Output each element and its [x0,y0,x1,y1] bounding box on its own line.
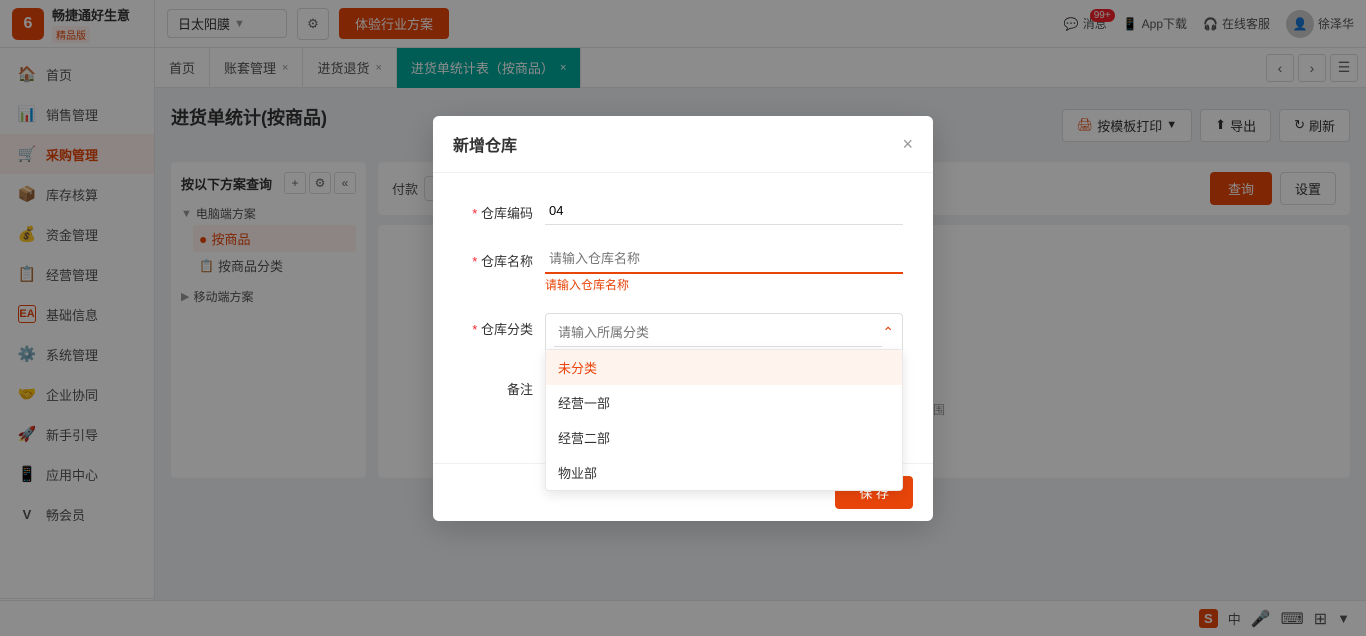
category-required-star: * [472,322,477,337]
modal-body: * 仓库编码 * 仓库名称 请输入仓库名称 [433,173,933,463]
form-row-category: * 仓库分类 ⌃ 未分类 经营一部 经营二部 物业部 [463,313,903,353]
code-control [545,197,903,225]
name-label: * 仓库名称 [463,245,533,270]
name-error: 请输入仓库名称 [545,276,903,293]
modal-close-btn[interactable]: × [902,135,913,153]
category-input-wrap: ⌃ [545,313,903,353]
dropdown-item-1[interactable]: 经营一部 [546,385,902,420]
note-label: 备注 [463,373,533,398]
code-label: * 仓库编码 [463,197,533,222]
name-required-star: * [472,254,477,269]
code-required-star: * [472,206,477,221]
name-input[interactable] [545,245,903,274]
modal-new-warehouse: 新增仓库 × * 仓库编码 * 仓库名称 [433,116,933,521]
category-label: * 仓库分类 [463,313,533,338]
dropdown-item-2[interactable]: 经营二部 [546,420,902,455]
modal-overlay[interactable]: 新增仓库 × * 仓库编码 * 仓库名称 [0,0,1366,636]
category-dropdown-icon[interactable]: ⌃ [882,324,894,341]
category-control: ⌃ 未分类 经营一部 经营二部 物业部 [545,313,903,353]
dropdown-item-0[interactable]: 未分类 [546,350,902,385]
modal-title: 新增仓库 [453,132,517,156]
category-input[interactable] [554,319,882,347]
code-input[interactable] [545,197,903,225]
dropdown-item-3[interactable]: 物业部 [546,455,902,490]
name-control: 请输入仓库名称 [545,245,903,293]
form-row-code: * 仓库编码 [463,197,903,225]
category-dropdown-list: 未分类 经营一部 经营二部 物业部 [545,349,903,491]
form-row-name: * 仓库名称 请输入仓库名称 [463,245,903,293]
modal-header: 新增仓库 × [433,116,933,173]
